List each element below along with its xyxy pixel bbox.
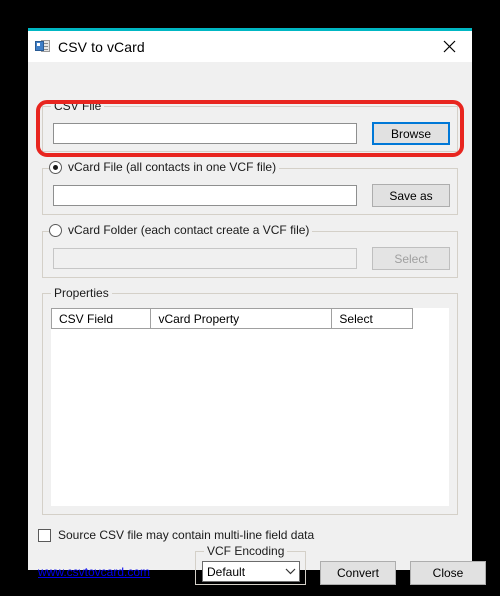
save-as-button[interactable]: Save as [372,184,450,207]
multiline-checkbox[interactable] [38,528,51,542]
convert-button[interactable]: Convert [320,561,396,585]
properties-group: Properties CSV Field vCard Property Sele… [42,286,458,515]
column-header-select[interactable]: Select [332,309,412,328]
vcf-encoding-value: Default [207,564,246,579]
vcard-folder-group: vCard Folder (each contact create a VCF … [42,223,458,278]
multiline-checkbox-label: Source CSV file may contain multi-line f… [58,528,315,542]
chevron-down-icon [281,568,299,575]
browse-button[interactable]: Browse [372,122,450,145]
vcard-folder-radio-label: vCard Folder (each contact create a VCF … [68,223,310,237]
column-header-vcard-property[interactable]: vCard Property [151,309,333,328]
close-icon[interactable] [426,31,472,62]
column-header-csv-field[interactable]: CSV Field [52,309,152,328]
select-folder-button: Select [372,247,450,270]
title-bar: CSV to vCard [28,31,472,62]
csv-to-vcard-window: CSV to vCard CSV File Browse vCard File … [28,28,486,585]
vcard-file-radio-label: vCard File (all contacts in one VCF file… [68,160,277,174]
csv-file-path-input[interactable] [53,123,357,144]
properties-table-header: CSV Field vCard Property Select [51,308,413,329]
vcard-folder-radio[interactable] [49,223,62,237]
properties-legend: Properties [51,286,112,300]
vcf-encoding-select[interactable]: Default [202,561,300,582]
close-dialog-button[interactable]: Close [410,561,486,585]
website-link[interactable]: www.csvtovcard.com [38,565,150,579]
csv-to-vcard-app-icon [35,39,51,55]
vcard-folder-path-input [53,248,357,269]
csv-file-legend: CSV File [51,99,105,113]
vcard-file-group: vCard File (all contacts in one VCF file… [42,160,458,215]
properties-table-body[interactable] [51,329,449,506]
csv-file-group: CSV File Browse [42,99,458,152]
vcard-file-path-input[interactable] [53,185,357,206]
dialog-client-area: CSV File Browse vCard File (all contacts… [28,62,486,585]
vcard-file-radio[interactable] [49,160,62,174]
vcf-encoding-legend: VCF Encoding [204,544,288,558]
vcard-file-radio-option[interactable]: vCard File (all contacts in one VCF file… [49,160,280,174]
window-title: CSV to vCard [58,38,145,55]
multiline-checkbox-option[interactable]: Source CSV file may contain multi-line f… [38,528,314,542]
vcard-folder-radio-option[interactable]: vCard Folder (each contact create a VCF … [49,223,313,237]
vcf-encoding-group: VCF Encoding Default [195,544,306,585]
properties-table[interactable]: CSV Field vCard Property Select [51,308,449,506]
